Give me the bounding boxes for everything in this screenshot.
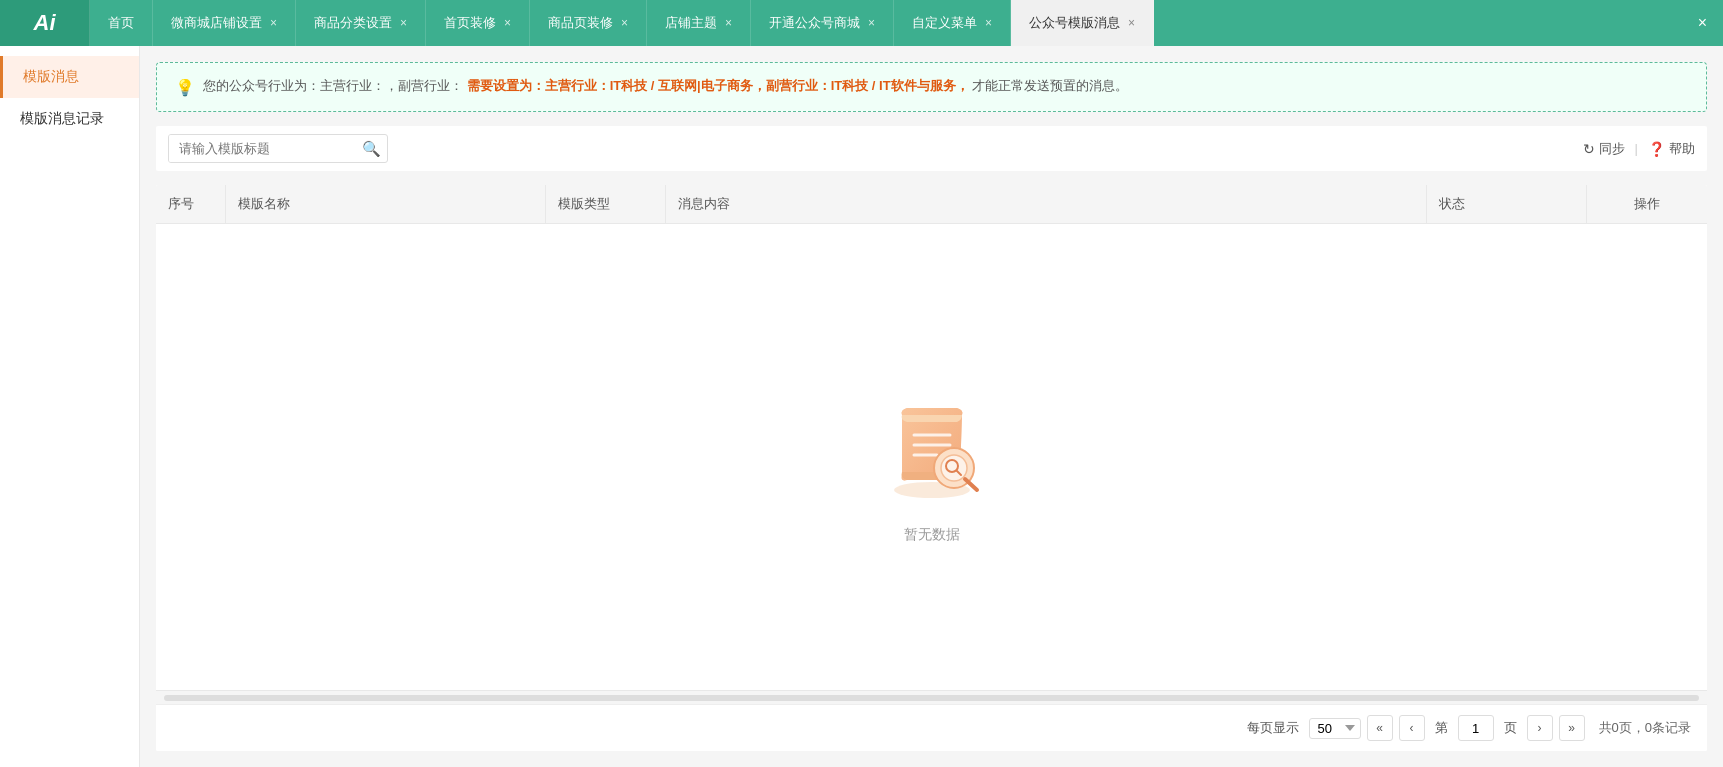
sidebar: 模版消息模版消息记录 bbox=[0, 46, 140, 767]
col-header-type: 模版类型 bbox=[546, 185, 666, 223]
search-input[interactable] bbox=[169, 135, 354, 162]
tab-close-shop-theme[interactable]: × bbox=[725, 16, 732, 30]
toolbar-right: ↻ 同步 | ❓ 帮助 bbox=[1583, 140, 1695, 158]
tab-label: 自定义菜单 bbox=[912, 14, 977, 32]
notice-text: 您的公众号行业为：主营行业：，副营行业： 需要设置为：主营行业：IT科技 / 互… bbox=[203, 77, 1128, 95]
col-header-content: 消息内容 bbox=[666, 185, 1427, 223]
empty-text: 暂无数据 bbox=[904, 526, 960, 544]
notice-box: 💡 您的公众号行业为：主营行业：，副营行业： 需要设置为：主营行业：IT科技 /… bbox=[156, 62, 1707, 112]
page-size-label: 每页显示 bbox=[1247, 719, 1299, 737]
content-area: 💡 您的公众号行业为：主营行业：，副营行业： 需要设置为：主营行业：IT科技 /… bbox=[140, 46, 1723, 767]
sync-button[interactable]: ↻ 同步 bbox=[1583, 140, 1625, 158]
table-header: 序号 模版名称 模版类型 消息内容 状态 操作 bbox=[156, 185, 1707, 224]
topbar-tab-wechat-shop[interactable]: 微商城店铺设置 × bbox=[153, 0, 296, 46]
topbar-tab-product-decor[interactable]: 商品页装修 × bbox=[530, 0, 647, 46]
topbar-tab-template-msg[interactable]: 公众号模版消息 × bbox=[1011, 0, 1154, 46]
svg-point-5 bbox=[941, 455, 967, 481]
topbar-tab-product-category[interactable]: 商品分类设置 × bbox=[296, 0, 426, 46]
scrollbar-track[interactable] bbox=[164, 695, 1699, 701]
toolbar: 🔍 ↻ 同步 | ❓ 帮助 bbox=[156, 126, 1707, 171]
table-container: 序号 模版名称 模版类型 消息内容 状态 操作 bbox=[156, 185, 1707, 751]
search-area: 🔍 bbox=[168, 134, 388, 163]
logo: Ai bbox=[0, 0, 90, 46]
toolbar-divider: | bbox=[1635, 141, 1638, 156]
col-header-status: 状态 bbox=[1427, 185, 1587, 223]
topbar: Ai 首页微商城店铺设置×商品分类设置×首页装修×商品页装修×店铺主题×开通公众… bbox=[0, 0, 1723, 46]
total-info: 共0页，0条记录 bbox=[1599, 719, 1691, 737]
topbar-tab-home-decor[interactable]: 首页装修 × bbox=[426, 0, 530, 46]
tab-close-custom-menu[interactable]: × bbox=[985, 16, 992, 30]
tab-label: 首页 bbox=[108, 14, 134, 32]
col-header-name: 模版名称 bbox=[226, 185, 546, 223]
topbar-tab-open-mall[interactable]: 开通公众号商城 × bbox=[751, 0, 894, 46]
tab-close-home-decor[interactable]: × bbox=[504, 16, 511, 30]
search-button[interactable]: 🔍 bbox=[354, 140, 388, 158]
sidebar-item-template-msg[interactable]: 模版消息 bbox=[0, 56, 139, 98]
tab-close-wechat-shop[interactable]: × bbox=[270, 16, 277, 30]
topbar-tab-custom-menu[interactable]: 自定义菜单 × bbox=[894, 0, 1011, 46]
sidebar-item-template-msg-log[interactable]: 模版消息记录 bbox=[0, 98, 139, 140]
last-page-button[interactable]: » bbox=[1559, 715, 1585, 741]
page-size-select[interactable]: 50 10 20 100 bbox=[1309, 718, 1361, 739]
tab-label: 首页装修 bbox=[444, 14, 496, 32]
tab-label: 商品页装修 bbox=[548, 14, 613, 32]
empty-icon bbox=[872, 390, 992, 510]
col-header-action: 操作 bbox=[1587, 185, 1707, 223]
topbar-tab-home[interactable]: 首页 bbox=[90, 0, 153, 46]
tab-label: 开通公众号商城 bbox=[769, 14, 860, 32]
tab-close-template-msg[interactable]: × bbox=[1128, 16, 1135, 30]
topbar-tab-shop-theme[interactable]: 店铺主题 × bbox=[647, 0, 751, 46]
close-all-button[interactable]: × bbox=[1682, 14, 1723, 32]
empty-state: 暂无数据 bbox=[156, 224, 1707, 690]
help-icon: ❓ bbox=[1648, 141, 1665, 157]
col-header-seq: 序号 bbox=[156, 185, 226, 223]
pagination: 每页显示 50 10 20 100 « ‹ 第 页 › » 共0页，0条记录 bbox=[156, 704, 1707, 751]
tab-label: 店铺主题 bbox=[665, 14, 717, 32]
tab-close-open-mall[interactable]: × bbox=[868, 16, 875, 30]
next-page-button[interactable]: › bbox=[1527, 715, 1553, 741]
tab-close-product-decor[interactable]: × bbox=[621, 16, 628, 30]
sync-icon: ↻ bbox=[1583, 141, 1595, 157]
page-label: 第 bbox=[1435, 719, 1448, 737]
notice-icon: 💡 bbox=[175, 78, 195, 97]
page-number-input[interactable] bbox=[1458, 715, 1494, 741]
tab-label: 公众号模版消息 bbox=[1029, 14, 1120, 32]
page-unit: 页 bbox=[1504, 719, 1517, 737]
tab-close-product-category[interactable]: × bbox=[400, 16, 407, 30]
help-button[interactable]: ❓ 帮助 bbox=[1648, 140, 1695, 158]
first-page-button[interactable]: « bbox=[1367, 715, 1393, 741]
prev-page-button[interactable]: ‹ bbox=[1399, 715, 1425, 741]
scrollbar-row[interactable] bbox=[156, 690, 1707, 704]
tab-label: 微商城店铺设置 bbox=[171, 14, 262, 32]
main-layout: 模版消息模版消息记录 💡 您的公众号行业为：主营行业：，副营行业： 需要设置为：… bbox=[0, 46, 1723, 767]
tab-label: 商品分类设置 bbox=[314, 14, 392, 32]
